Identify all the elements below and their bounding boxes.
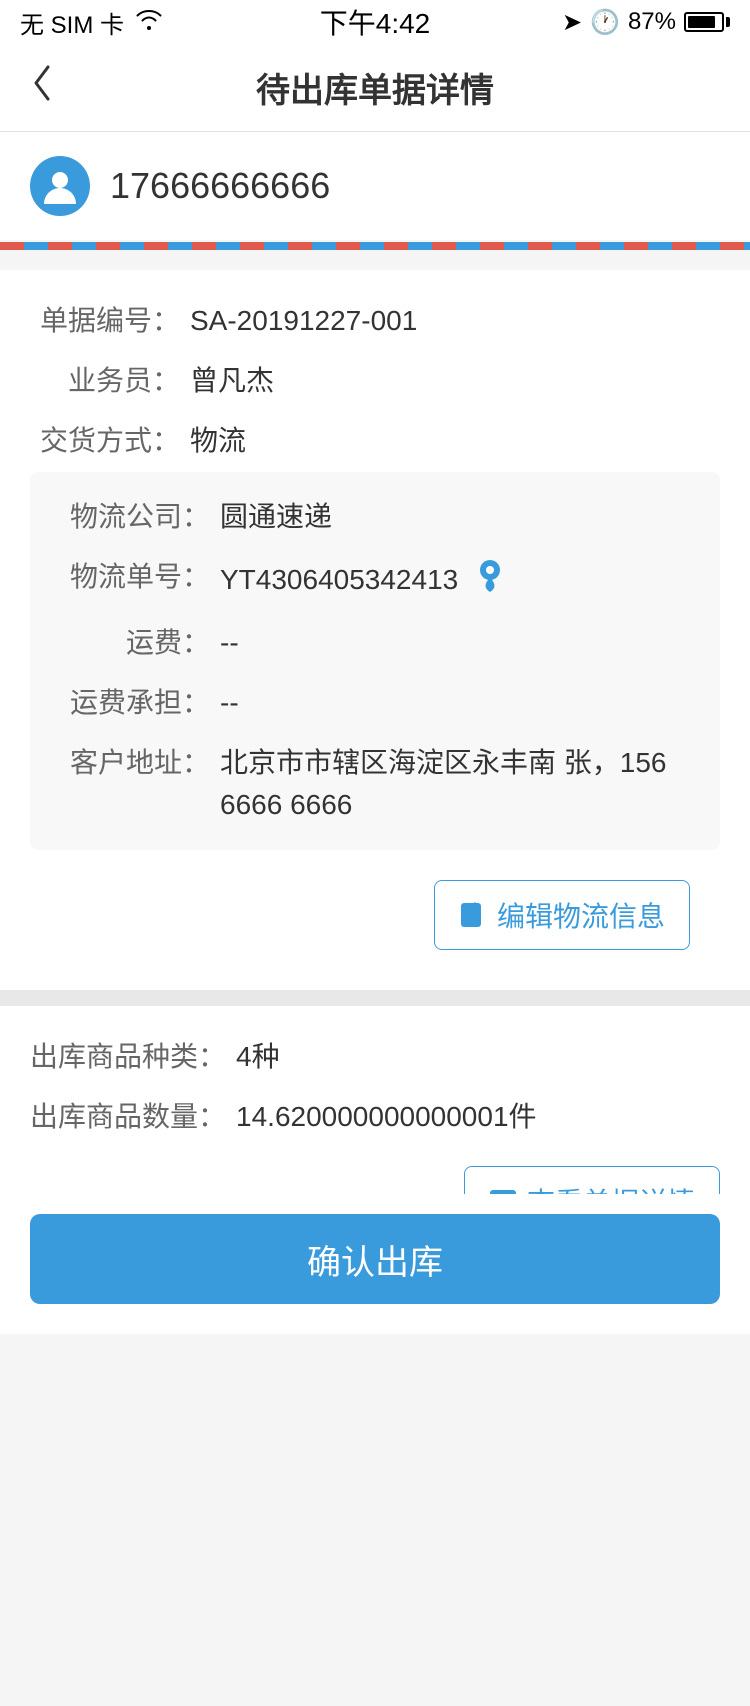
status-bar-left: 无 SIM 卡 [20, 5, 164, 40]
confirm-section: 确认出库 [0, 1194, 750, 1334]
logistics-tracking-label: 物流单号： [60, 556, 210, 598]
goods-quantity-label: 出库商品数量： [30, 1096, 226, 1138]
goods-quantity-value: 14.620000000000001件 [226, 1096, 720, 1138]
sales-person-label: 业务员： [30, 360, 180, 402]
customer-address-value: 北京市市辖区海淀区永丰南 张，156 6666 6666 [210, 742, 690, 826]
wifi-icon [134, 8, 164, 36]
edit-logistics-label: 编辑物流信息 [497, 895, 665, 935]
logistics-company-label: 物流公司： [60, 496, 210, 538]
delivery-method-label: 交货方式： [30, 420, 180, 462]
customer-phone: 17666666666 [110, 165, 330, 207]
location-arrow-icon: ➤ [562, 8, 582, 37]
delivery-method-value: 物流 [180, 420, 720, 462]
goods-quantity-row: 出库商品数量： 14.620000000000001件 [30, 1096, 720, 1138]
logistics-card: 物流公司： 圆通速递 物流单号： YT43064053424​13 运费： -- [30, 472, 720, 850]
logistics-company-row: 物流公司： 圆通速递 [60, 496, 690, 538]
logistics-tracking-value: YT43064053424​13 [210, 556, 690, 604]
section-divider [0, 990, 750, 1006]
freight-value: -- [210, 622, 690, 664]
customer-header: 17666666666 [0, 132, 750, 240]
nav-bar: 待出库单据详情 [0, 44, 750, 132]
dashed-divider [0, 242, 750, 250]
freight-bearer-label: 运费承担： [60, 682, 210, 724]
delivery-method-row: 交货方式： 物流 [30, 420, 720, 462]
document-number-value: SA-20191227-001 [180, 300, 720, 342]
logistics-wrapper: 物流公司： 圆通速递 物流单号： YT43064053424​13 运费： -- [0, 472, 750, 990]
logistics-tracking-row: 物流单号： YT43064053424​13 [60, 556, 690, 604]
goods-type-label: 出库商品种类： [30, 1036, 226, 1078]
page-title: 待出库单据详情 [256, 63, 494, 112]
status-bar-right: ➤ 🕐 87% [562, 8, 730, 37]
battery-percentage: 87% [628, 8, 676, 36]
logistics-company-value: 圆通速递 [210, 496, 690, 538]
document-number-row: 单据编号： SA-20191227-001 [30, 300, 720, 342]
map-pin-icon[interactable] [472, 556, 508, 604]
customer-address-label: 客户地址： [60, 742, 210, 784]
clock-icon: 🕐 [590, 8, 620, 37]
bottom-spacer [0, 1546, 750, 1706]
avatar [30, 156, 90, 216]
back-button[interactable] [30, 63, 54, 112]
goods-type-value: 4种 [226, 1036, 720, 1078]
confirm-label: 确认出库 [307, 1235, 443, 1284]
edit-logistics-area: 编辑物流信息 [30, 870, 720, 980]
status-bar: 无 SIM 卡 下午4:42 ➤ 🕐 87% [0, 0, 750, 44]
customer-address-row: 客户地址： 北京市市辖区海淀区永丰南 张，156 6666 6666 [60, 742, 690, 826]
carrier-text: 无 SIM 卡 [20, 5, 124, 40]
freight-bearer-value: -- [210, 682, 690, 724]
basic-info-section: 单据编号： SA-20191227-001 业务员： 曾凡杰 交货方式： 物流 [0, 270, 750, 472]
sales-person-row: 业务员： 曾凡杰 [30, 360, 720, 402]
sales-person-value: 曾凡杰 [180, 360, 720, 402]
confirm-button[interactable]: 确认出库 [30, 1214, 720, 1304]
freight-row: 运费： -- [60, 622, 690, 664]
goods-type-row: 出库商品种类： 4种 [30, 1036, 720, 1078]
battery-icon [684, 12, 730, 32]
status-bar-time: 下午4:42 [320, 2, 431, 42]
edit-logistics-button[interactable]: 编辑物流信息 [434, 880, 690, 950]
document-number-label: 单据编号： [30, 300, 180, 342]
freight-bearer-row: 运费承担： -- [60, 682, 690, 724]
freight-label: 运费： [60, 622, 210, 664]
